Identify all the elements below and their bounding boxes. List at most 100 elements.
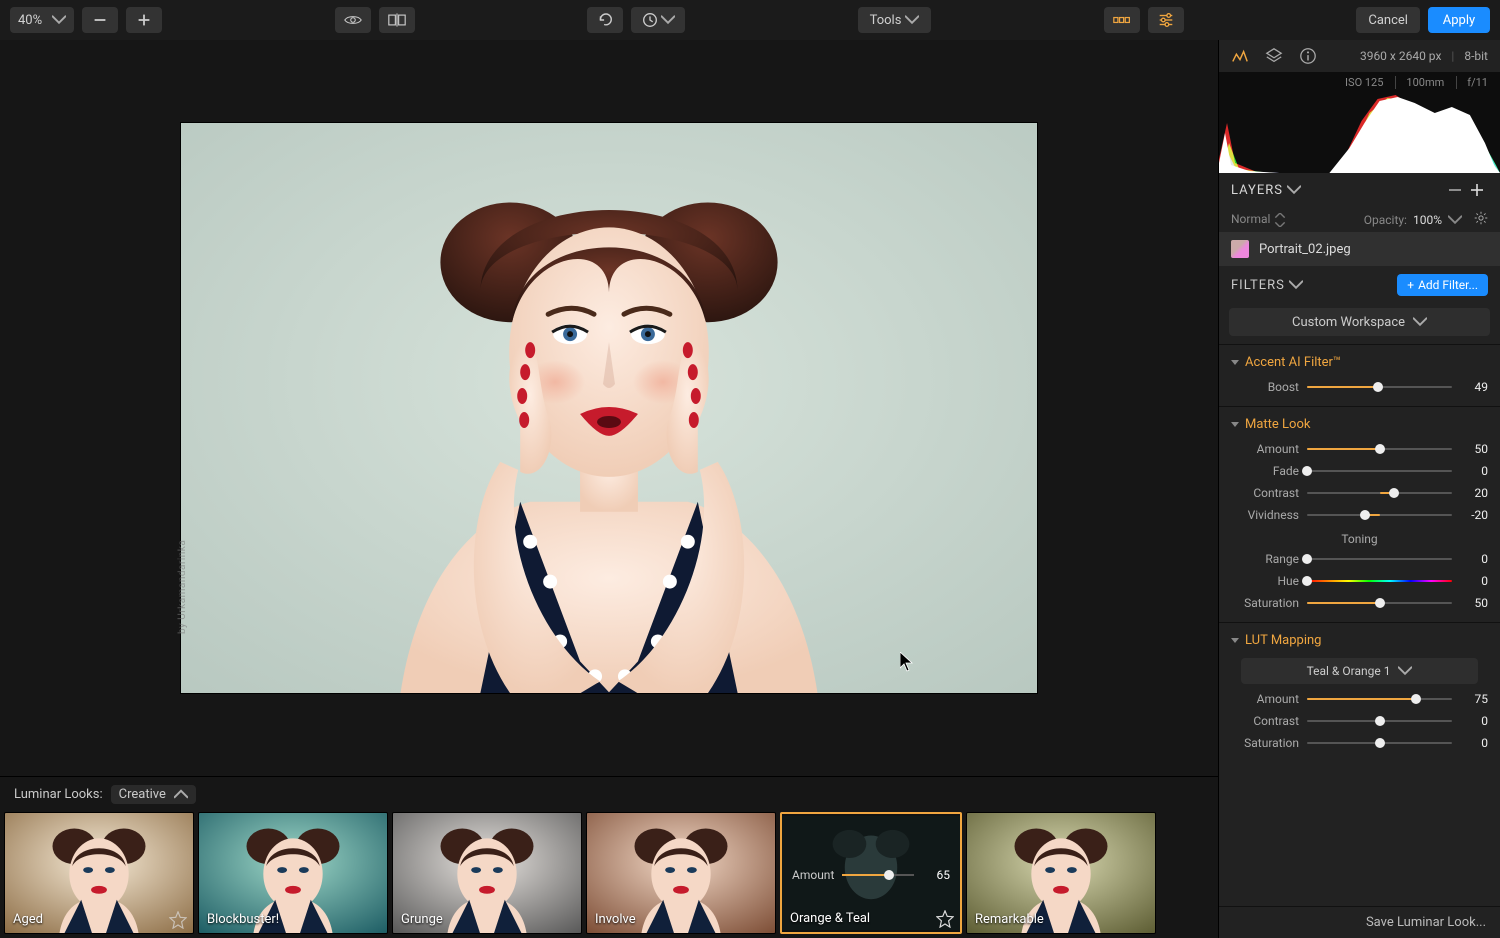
eye-icon: [344, 11, 362, 29]
param-label: Hue: [1231, 574, 1299, 588]
star-icon[interactable]: [169, 911, 187, 929]
filters-panel-toggle[interactable]: [1148, 7, 1184, 33]
param-value: 0: [1460, 552, 1488, 566]
presets-panel-toggle[interactable]: [1104, 7, 1140, 33]
param-slider-vividness[interactable]: [1307, 514, 1452, 516]
filter-section-header[interactable]: Accent AI Filter™: [1219, 349, 1500, 376]
blend-mode-select[interactable]: Normal: [1231, 212, 1287, 227]
chevron-down-icon: [1289, 278, 1303, 292]
opacity-value[interactable]: 100%: [1413, 213, 1442, 227]
param-slider-saturation[interactable]: [1307, 602, 1452, 604]
image-dimensions: 3960 x 2640 px: [1360, 49, 1441, 63]
layers-icon: [1265, 47, 1283, 65]
look-name: Aged: [13, 912, 43, 927]
chevron-down-icon: [1398, 664, 1412, 678]
zoom-level-value: 40%: [18, 13, 42, 28]
undo-button[interactable]: [587, 7, 623, 33]
star-icon[interactable]: [936, 910, 954, 928]
sliders-icon: [1157, 11, 1175, 29]
add-layer-button[interactable]: [1466, 179, 1488, 201]
triangle-down-icon: [1231, 360, 1239, 365]
save-look-button[interactable]: Save Luminar Look...: [1219, 906, 1500, 938]
minus-icon: [1448, 183, 1462, 197]
looks-label: Luminar Looks:: [14, 787, 103, 802]
updown-icon: [1273, 213, 1287, 227]
layers-title: LAYERS: [1231, 183, 1283, 198]
param-label: Contrast: [1231, 486, 1299, 500]
look-amount-label: Amount: [792, 868, 834, 882]
filter-title: LUT Mapping: [1245, 633, 1321, 648]
looks-category-value: Creative: [119, 787, 166, 802]
layers-tab[interactable]: [1265, 47, 1283, 65]
param-label: Amount: [1231, 442, 1299, 456]
tools-label: Tools: [870, 13, 902, 28]
look-preset-blockbuster-[interactable]: Blockbuster!: [198, 812, 388, 934]
filter-section-header[interactable]: LUT Mapping: [1219, 627, 1500, 654]
top-toolbar: 40%: [0, 0, 1500, 40]
plus-icon: [1470, 183, 1484, 197]
filter-subheader: Toning: [1219, 526, 1500, 548]
minus-icon: [91, 11, 109, 29]
look-name: Grunge: [401, 912, 443, 927]
layer-settings-button[interactable]: [1474, 211, 1488, 228]
canvas-area[interactable]: by Urkamandarinka: [0, 40, 1218, 776]
zoom-out-button[interactable]: [82, 7, 118, 33]
history-button[interactable]: [631, 7, 685, 33]
triangle-down-icon: [1231, 638, 1239, 643]
info-icon: [1299, 47, 1317, 65]
look-preset-remarkable[interactable]: Remarkable: [966, 812, 1156, 934]
look-preset-orange-teal[interactable]: Amount 65 Orange & Teal: [780, 812, 962, 934]
param-slider-hue[interactable]: [1307, 580, 1452, 582]
look-amount-value: 65: [922, 868, 950, 882]
histogram-icon: [1231, 47, 1249, 65]
plus-icon: +: [1407, 278, 1414, 292]
param-label: Fade: [1231, 464, 1299, 478]
layers-panel-header[interactable]: LAYERS: [1219, 173, 1500, 207]
preview-image: by Urkamandarinka: [180, 122, 1038, 694]
info-tab[interactable]: [1299, 47, 1317, 65]
look-preset-aged[interactable]: Aged: [4, 812, 194, 934]
cancel-button[interactable]: Cancel: [1356, 7, 1420, 33]
filter-section-header[interactable]: Matte Look: [1219, 411, 1500, 438]
param-label: Saturation: [1231, 596, 1299, 610]
look-amount-slider[interactable]: [842, 874, 914, 876]
param-slider-amount[interactable]: [1307, 698, 1452, 700]
histogram-tab[interactable]: [1231, 47, 1249, 65]
look-preset-grunge[interactable]: Grunge: [392, 812, 582, 934]
param-slider-range[interactable]: [1307, 558, 1452, 560]
param-slider-boost[interactable]: [1307, 386, 1452, 388]
zoom-level-select[interactable]: 40%: [10, 7, 74, 33]
cursor-icon: [900, 652, 914, 672]
param-slider-saturation[interactable]: [1307, 742, 1452, 744]
param-slider-contrast[interactable]: [1307, 492, 1452, 494]
chevron-down-icon: [905, 13, 919, 27]
collapse-layers-button[interactable]: [1444, 179, 1466, 201]
tools-menu-button[interactable]: Tools: [858, 7, 932, 33]
apply-button[interactable]: Apply: [1428, 7, 1490, 33]
workspace-select[interactable]: Custom Workspace: [1229, 308, 1490, 336]
look-preset-involve[interactable]: Involve: [586, 812, 776, 934]
param-value: 0: [1460, 464, 1488, 478]
param-value: 49: [1460, 380, 1488, 394]
param-value: 50: [1460, 442, 1488, 456]
presets-icon: [1113, 11, 1131, 29]
param-slider-amount[interactable]: [1307, 448, 1452, 450]
layer-name: Portrait_02.jpeg: [1259, 242, 1351, 257]
param-value: 75: [1460, 692, 1488, 706]
zoom-in-button[interactable]: [126, 7, 162, 33]
opacity-label: Opacity:: [1364, 213, 1407, 227]
param-label: Contrast: [1231, 714, 1299, 728]
layer-item[interactable]: Portrait_02.jpeg: [1219, 232, 1500, 266]
param-slider-contrast[interactable]: [1307, 720, 1452, 722]
triangle-down-icon: [1231, 422, 1239, 427]
preview-toggle-button[interactable]: [335, 7, 371, 33]
image-bit-depth: 8-bit: [1464, 49, 1488, 63]
compare-toggle-button[interactable]: [379, 7, 415, 33]
add-filter-button[interactable]: +Add Filter...: [1397, 274, 1488, 296]
looks-category-select[interactable]: Creative: [111, 785, 196, 804]
lut-select[interactable]: Teal & Orange 1: [1241, 658, 1478, 684]
layer-thumbnail: [1231, 240, 1249, 258]
param-slider-fade[interactable]: [1307, 470, 1452, 472]
plus-icon: [135, 11, 153, 29]
param-label: Saturation: [1231, 736, 1299, 750]
